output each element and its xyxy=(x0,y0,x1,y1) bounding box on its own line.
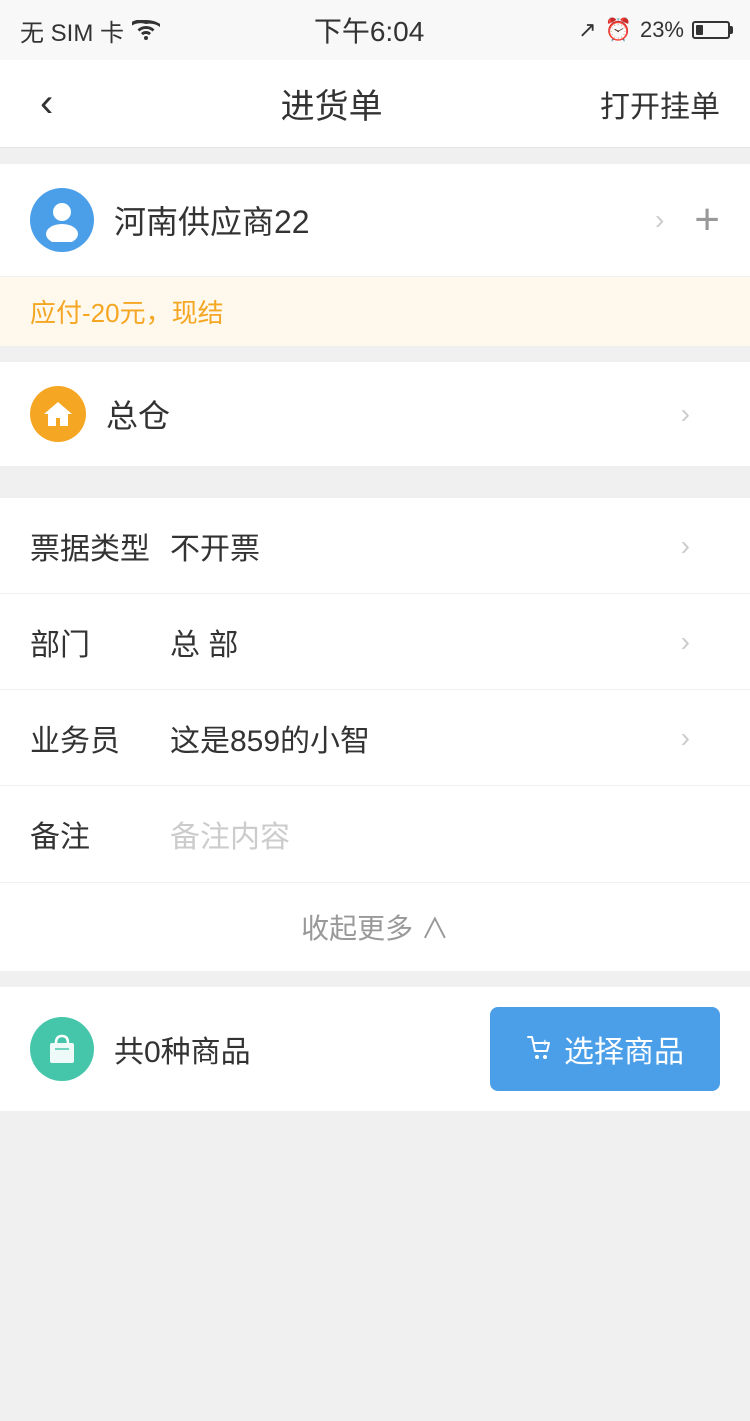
warehouse-chevron: › xyxy=(681,398,690,430)
house-icon xyxy=(42,398,74,430)
carrier-text: 无 SIM 卡 xyxy=(20,13,124,48)
salesman-row[interactable]: 业务员 这是859的小智 › xyxy=(0,690,750,786)
collapse-text: 收起更多 ∧ xyxy=(301,907,449,947)
invoice-type-chevron: › xyxy=(681,530,690,562)
warehouse-name: 总仓 xyxy=(106,391,681,437)
shopping-bag-icon xyxy=(44,1031,80,1067)
supplier-chevron: › xyxy=(655,204,664,236)
remark-placeholder: 备注内容 xyxy=(150,812,720,856)
wifi-icon xyxy=(132,20,160,40)
notice-bar: 应付-20元，现结 xyxy=(0,277,750,346)
avatar-icon xyxy=(40,198,84,242)
invoice-type-label: 票据类型 xyxy=(30,524,150,568)
nav-bar: ‹ 进货单 打开挂单 xyxy=(0,60,750,148)
salesman-chevron: › xyxy=(681,722,690,754)
salesman-label: 业务员 xyxy=(30,716,150,760)
section-gap-3 xyxy=(0,466,750,482)
product-bar: 共0种商品 + 选择商品 xyxy=(0,987,750,1111)
alarm-icon: ⏰ xyxy=(605,17,632,43)
department-value: 总 部 xyxy=(150,620,681,664)
svg-text:+: + xyxy=(542,1038,548,1049)
form-section: 票据类型 不开票 › 部门 总 部 › 业务员 这是859的小智 › 备注 备注… xyxy=(0,498,750,882)
product-icon-wrap xyxy=(30,1017,94,1081)
warehouse-row[interactable]: 总仓 › xyxy=(0,362,750,466)
background-fill xyxy=(0,1111,750,1421)
supplier-avatar xyxy=(30,188,94,252)
salesman-value: 这是859的小智 xyxy=(150,716,681,760)
battery-icon xyxy=(692,21,730,39)
select-product-label: 选择商品 xyxy=(564,1027,684,1071)
battery-percent: 23% xyxy=(640,17,684,43)
invoice-type-row[interactable]: 票据类型 不开票 › xyxy=(0,498,750,594)
section-gap-2 xyxy=(0,346,750,362)
product-count: 共0种商品 xyxy=(114,1027,470,1071)
status-left: 无 SIM 卡 xyxy=(20,13,160,48)
supplier-row[interactable]: 河南供应商22 › + xyxy=(0,164,750,277)
status-right: ↗ ⏰ 23% xyxy=(578,17,730,43)
warehouse-icon xyxy=(30,386,86,442)
back-button[interactable]: ‹ xyxy=(30,71,63,136)
remark-label: 备注 xyxy=(30,812,150,856)
add-button[interactable]: + xyxy=(694,198,720,242)
status-time: 下午6:04 xyxy=(314,10,425,50)
section-gap-1 xyxy=(0,148,750,164)
select-product-button[interactable]: + 选择商品 xyxy=(490,1007,720,1091)
location-icon: ↗ xyxy=(578,17,596,43)
supplier-name: 河南供应商22 xyxy=(114,197,655,243)
department-row[interactable]: 部门 总 部 › xyxy=(0,594,750,690)
status-bar: 无 SIM 卡 下午6:04 ↗ ⏰ 23% xyxy=(0,0,750,60)
department-label: 部门 xyxy=(30,620,150,664)
collapse-row[interactable]: 收起更多 ∧ xyxy=(0,882,750,971)
notice-text: 应付-20元，现结 xyxy=(30,298,224,328)
cart-icon: + xyxy=(526,1035,554,1063)
invoice-type-value: 不开票 xyxy=(150,524,681,568)
department-chevron: › xyxy=(681,626,690,658)
remark-row[interactable]: 备注 备注内容 xyxy=(0,786,750,882)
supplier-section: 河南供应商22 › + 应付-20元，现结 xyxy=(0,164,750,346)
open-pending-button[interactable]: 打开挂单 xyxy=(600,82,720,126)
page-title: 进货单 xyxy=(281,79,383,128)
